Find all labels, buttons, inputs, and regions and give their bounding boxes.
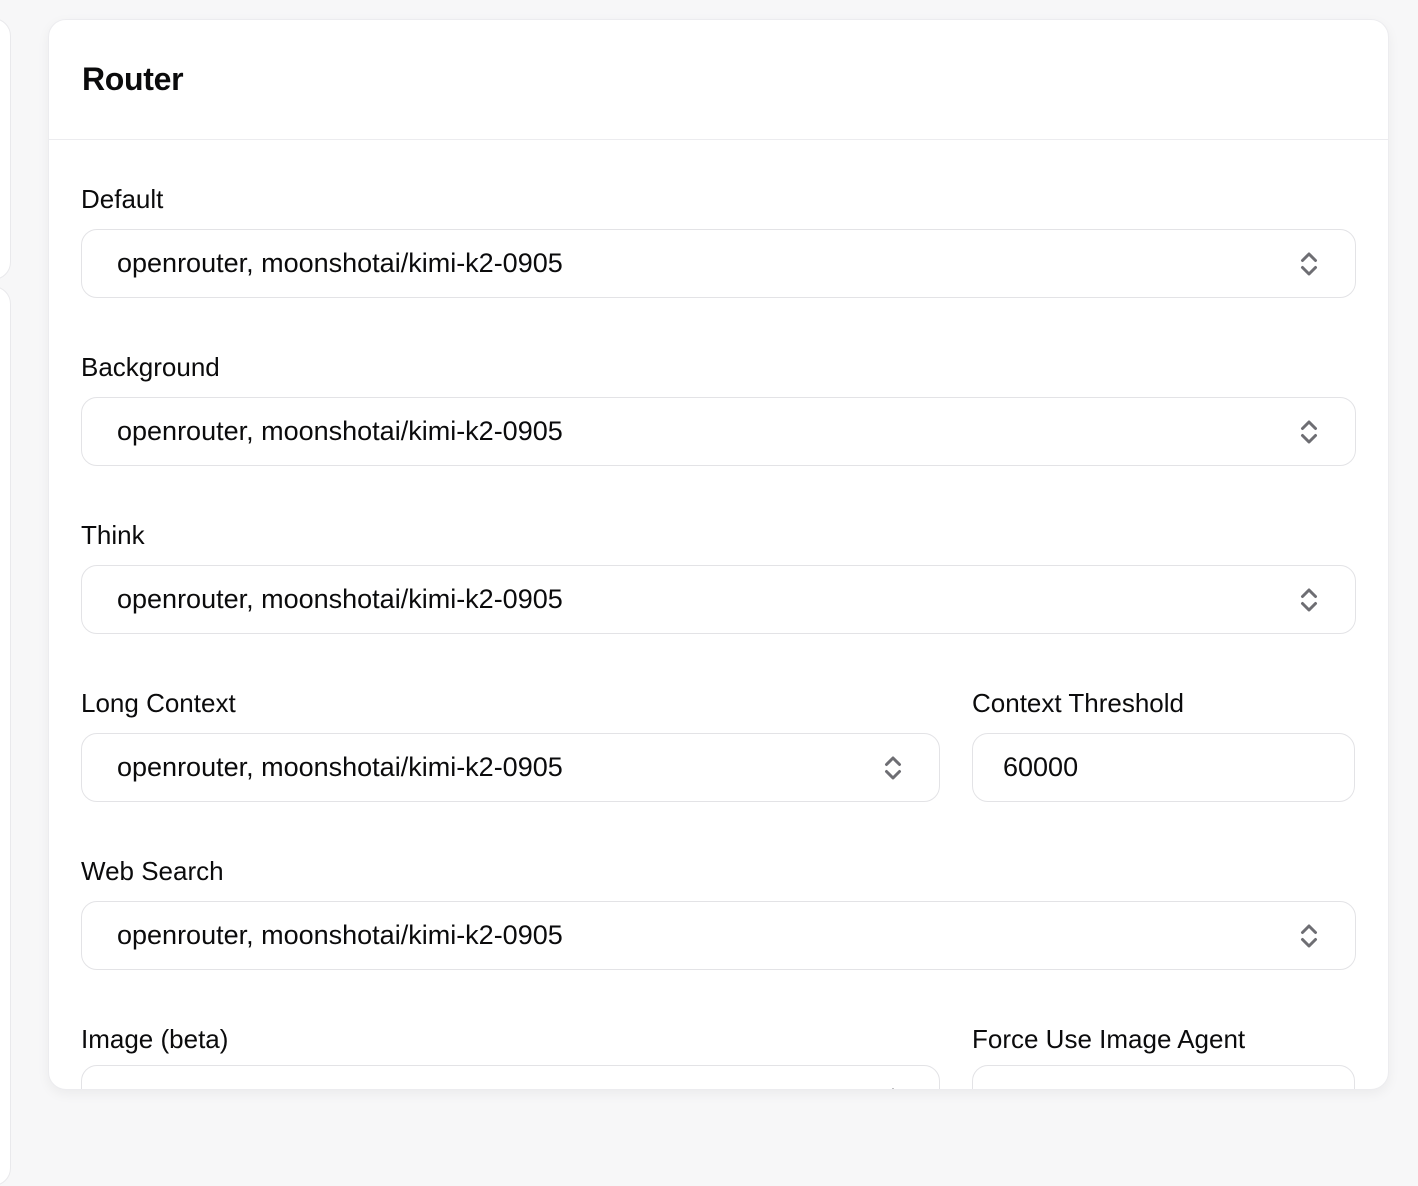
chevron-up-down-icon: [1299, 923, 1319, 949]
field-image: Image (beta): [81, 1024, 940, 1089]
adjacent-card-edge-top: [0, 18, 11, 280]
web-search-model-value: openrouter, moonshotai/kimi-k2-0905: [117, 920, 563, 950]
background-model-select[interactable]: openrouter, moonshotai/kimi-k2-0905: [81, 397, 1356, 466]
field-web-search: Web Search openrouter, moonshotai/kimi-k…: [81, 857, 1356, 970]
adjacent-card-edge-bottom: [0, 286, 11, 1186]
force-use-image-agent-input[interactable]: [972, 1065, 1355, 1089]
field-background: Background openrouter, moonshotai/kimi-k…: [81, 353, 1356, 466]
router-card-header: Router: [49, 20, 1388, 140]
image-model-select[interactable]: [81, 1065, 940, 1089]
background-label: Background: [81, 352, 220, 382]
web-search-model-select[interactable]: openrouter, moonshotai/kimi-k2-0905: [81, 901, 1356, 970]
think-model-select[interactable]: openrouter, moonshotai/kimi-k2-0905: [81, 565, 1356, 634]
default-label: Default: [81, 184, 164, 214]
think-label: Think: [81, 520, 145, 550]
field-default: Default openrouter, moonshotai/kimi-k2-0…: [81, 185, 1356, 298]
field-image-row: Image (beta) Force Use Image Agent: [81, 1024, 1356, 1089]
context-threshold-label: Context Threshold: [972, 688, 1184, 718]
field-think: Think openrouter, moonshotai/kimi-k2-090…: [81, 521, 1356, 634]
background-model-value: openrouter, moonshotai/kimi-k2-0905: [117, 416, 563, 446]
long-context-model-select[interactable]: openrouter, moonshotai/kimi-k2-0905: [81, 733, 940, 802]
image-label: Image (beta): [81, 1024, 229, 1054]
chevron-up-down-icon: [1299, 587, 1319, 613]
force-use-image-agent-label: Force Use Image Agent: [972, 1024, 1246, 1054]
default-model-select[interactable]: openrouter, moonshotai/kimi-k2-0905: [81, 229, 1356, 298]
field-long-context-row: Long Context openrouter, moonshotai/kimi…: [81, 689, 1356, 802]
long-context-label: Long Context: [81, 688, 236, 718]
chevron-up-down-icon: [883, 755, 903, 781]
default-model-value: openrouter, moonshotai/kimi-k2-0905: [117, 248, 563, 278]
context-threshold-input[interactable]: [972, 733, 1355, 802]
chevron-up-down-icon: [1299, 251, 1319, 277]
router-card-body: Default openrouter, moonshotai/kimi-k2-0…: [49, 140, 1388, 1089]
page-title: Router: [82, 60, 184, 97]
chevron-up-down-icon: [883, 1087, 903, 1089]
field-force-use-image-agent: Force Use Image Agent: [972, 1024, 1355, 1089]
chevron-up-down-icon: [1299, 419, 1319, 445]
field-context-threshold: Context Threshold: [972, 689, 1355, 802]
router-settings-card: Router Default openrouter, moonshotai/ki…: [48, 19, 1389, 1090]
field-long-context: Long Context openrouter, moonshotai/kimi…: [81, 689, 940, 802]
long-context-model-value: openrouter, moonshotai/kimi-k2-0905: [117, 752, 563, 782]
think-model-value: openrouter, moonshotai/kimi-k2-0905: [117, 584, 563, 614]
web-search-label: Web Search: [81, 856, 224, 886]
